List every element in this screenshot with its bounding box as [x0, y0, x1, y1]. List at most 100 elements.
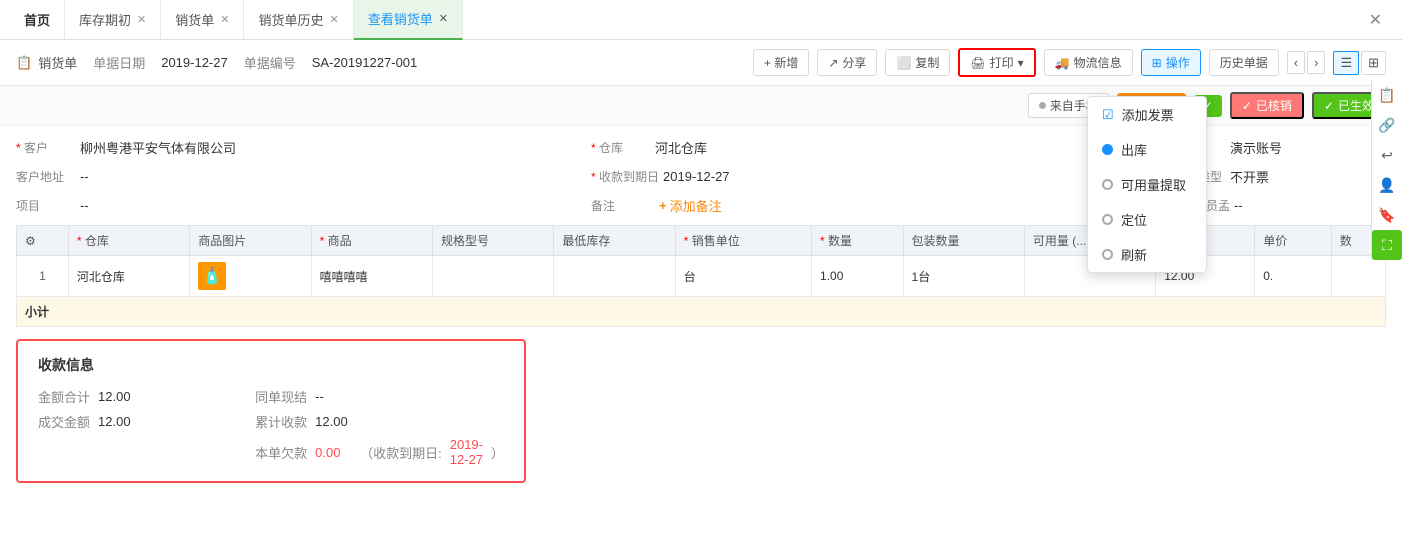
close-tab-inventory[interactable]: ✕ [137, 13, 146, 26]
actions-button[interactable]: ⊞ 操作 [1141, 49, 1201, 76]
grid-icon: ⊞ [1152, 56, 1162, 70]
due-date: 2019-12-27 [450, 437, 483, 467]
subtotal-label: 小计 [17, 297, 1386, 327]
no-label: 单据编号 [244, 53, 296, 72]
print-button[interactable]: 🖨 打印 ▾ [958, 48, 1035, 77]
row-warehouse: 河北仓库 [68, 256, 189, 297]
row-img: 🧴 [190, 256, 311, 297]
row-pack-qty: 1台 [903, 256, 1024, 297]
tab-view-sales[interactable]: 查看销货单 ✕ [354, 0, 463, 40]
deal-value: 12.00 [98, 414, 131, 429]
nav-prev-button[interactable]: ‹ [1287, 51, 1305, 74]
tab-inventory-init[interactable]: 库存期初 ✕ [65, 0, 161, 40]
view-grid-button[interactable]: ⊞ [1361, 51, 1386, 75]
radio-selected-icon [1102, 144, 1113, 155]
doc-type-label: 销货单 [38, 53, 77, 72]
col-warehouse: * 仓库 [68, 226, 189, 256]
project-label: 项目 [16, 197, 76, 214]
due-suffix: （收款到期日: [360, 443, 442, 462]
col-gear: ⚙ [17, 226, 69, 256]
due-date-field: 收款到期日 2019-12-27 [591, 168, 1166, 185]
history-button[interactable]: 历史单据 [1209, 49, 1279, 76]
nav-next-button[interactable]: › [1307, 51, 1325, 74]
row-min-stock [554, 256, 675, 297]
tab-bar-right: ✕ [1359, 10, 1392, 30]
customer-value: 柳州粤港平安气体有限公司 [80, 138, 236, 157]
close-tab-history[interactable]: ✕ [330, 13, 339, 26]
check-icon: ✓ [1242, 99, 1252, 113]
customer-addr-field: 客户地址 -- [16, 168, 591, 185]
cumulative-value: 12.00 [315, 414, 348, 429]
dropdown-refresh[interactable]: 刷新 [1088, 237, 1206, 272]
copy-icon: ⬜ [896, 56, 911, 70]
due-date-value: 2019-12-27 [663, 169, 730, 184]
row-price: 0. [1255, 256, 1332, 297]
staff2-value: -- [1234, 198, 1243, 213]
tab-sales-history[interactable]: 销货单历史 ✕ [244, 0, 353, 40]
sidebar-btn-3[interactable]: ↩ [1372, 140, 1402, 170]
addr-value: -- [80, 169, 89, 184]
col-unit: * 销售单位 [675, 226, 811, 256]
deal-label: 成交金额 [38, 412, 90, 431]
dropdown-add-invoice[interactable]: ☑ 添加发票 [1088, 97, 1206, 132]
customer-field: 客户 柳州粤港平安气体有限公司 [16, 138, 591, 157]
dropdown-pickup[interactable]: 可用量提取 [1088, 167, 1206, 202]
doc-number: SA-20191227-001 [312, 55, 418, 70]
sold-badge[interactable]: ✓ 已核销 [1230, 92, 1304, 119]
row-spec [432, 256, 553, 297]
add-note-button[interactable]: 添加备注 [659, 196, 722, 215]
due-value: 0.00 [315, 445, 340, 460]
col-img: 商品图片 [190, 226, 311, 256]
customer-label: 客户 [16, 139, 76, 156]
warehouse-label: 仓库 [591, 139, 651, 156]
addr-label: 客户地址 [16, 168, 76, 185]
total-row: 金额合计 12.00 [38, 387, 225, 406]
view-list-button[interactable]: ☰ [1333, 51, 1359, 75]
new-button[interactable]: + 新增 [753, 49, 809, 76]
due-suffix2: ） [491, 443, 504, 462]
col-qty: * 数量 [812, 226, 904, 256]
sidebar-btn-4[interactable]: 👤 [1372, 170, 1402, 200]
dropdown-outbound[interactable]: 出库 [1088, 132, 1206, 167]
warehouse-field: 仓库 河北仓库 [591, 138, 1166, 157]
share-button[interactable]: ↗ 分享 [817, 49, 877, 76]
sidebar-btn-expand[interactable]: ⛶ [1372, 230, 1402, 260]
total-value: 12.00 [98, 389, 131, 404]
sidebar-btn-5[interactable]: 🔖 [1372, 200, 1402, 230]
share-icon: ↗ [828, 56, 838, 70]
logistics-button[interactable]: 🚚 物流信息 [1044, 49, 1133, 76]
sidebar-btn-2[interactable]: 🔗 [1372, 110, 1402, 140]
ticket-value: 不开票 [1230, 167, 1269, 186]
row-no: 1 [17, 256, 69, 297]
sidebar-btn-1[interactable]: 📋 [1372, 80, 1402, 110]
due-row: 本单欠款 0.00 （收款到期日: 2019-12-27 ） [255, 437, 504, 467]
close-all-tabs[interactable]: ✕ [1359, 12, 1392, 29]
close-tab-sales[interactable]: ✕ [220, 13, 229, 26]
checkbox-icon: ☑ [1102, 107, 1114, 123]
product-image: 🧴 [198, 262, 226, 290]
right-sidebar: 📋 🔗 ↩ 👤 🔖 ⛶ [1371, 80, 1402, 260]
copy-button[interactable]: ⬜ 复制 [885, 49, 950, 76]
tab-sales-order[interactable]: 销货单 ✕ [161, 0, 244, 40]
tab-home[interactable]: 首页 [10, 0, 65, 40]
due-label: 本单欠款 [255, 443, 307, 462]
nav-arrows: ‹ › [1287, 51, 1326, 74]
radio-unselected-icon [1102, 179, 1113, 190]
cumulative-label: 累计收款 [255, 412, 307, 431]
col-spec: 规格型号 [432, 226, 553, 256]
col-min-stock: 最低库存 [554, 226, 675, 256]
warehouse-value: 河北仓库 [655, 138, 707, 157]
close-tab-view-sales[interactable]: ✕ [439, 12, 448, 25]
col-pack-qty: 包装数量 [903, 226, 1024, 256]
row-extra [1331, 256, 1385, 297]
truck-icon: 🚚 [1055, 56, 1070, 70]
same-order-label: 同单现结 [255, 387, 307, 406]
subtotal-row: 小计 [17, 297, 1386, 327]
doc-meta: 单据日期 2019-12-27 单据编号 SA-20191227-001 [93, 53, 417, 72]
actions-dropdown: ☑ 添加发票 出库 可用量提取 定位 刷新 [1087, 96, 1207, 273]
project-field: 项目 -- [16, 197, 591, 214]
print-dropdown-arrow: ▾ [1018, 56, 1024, 70]
view-icons: ☰ ⊞ [1333, 51, 1386, 75]
dropdown-locate[interactable]: 定位 [1088, 202, 1206, 237]
row-product: 嘻嘻嘻嘻 [311, 256, 432, 297]
